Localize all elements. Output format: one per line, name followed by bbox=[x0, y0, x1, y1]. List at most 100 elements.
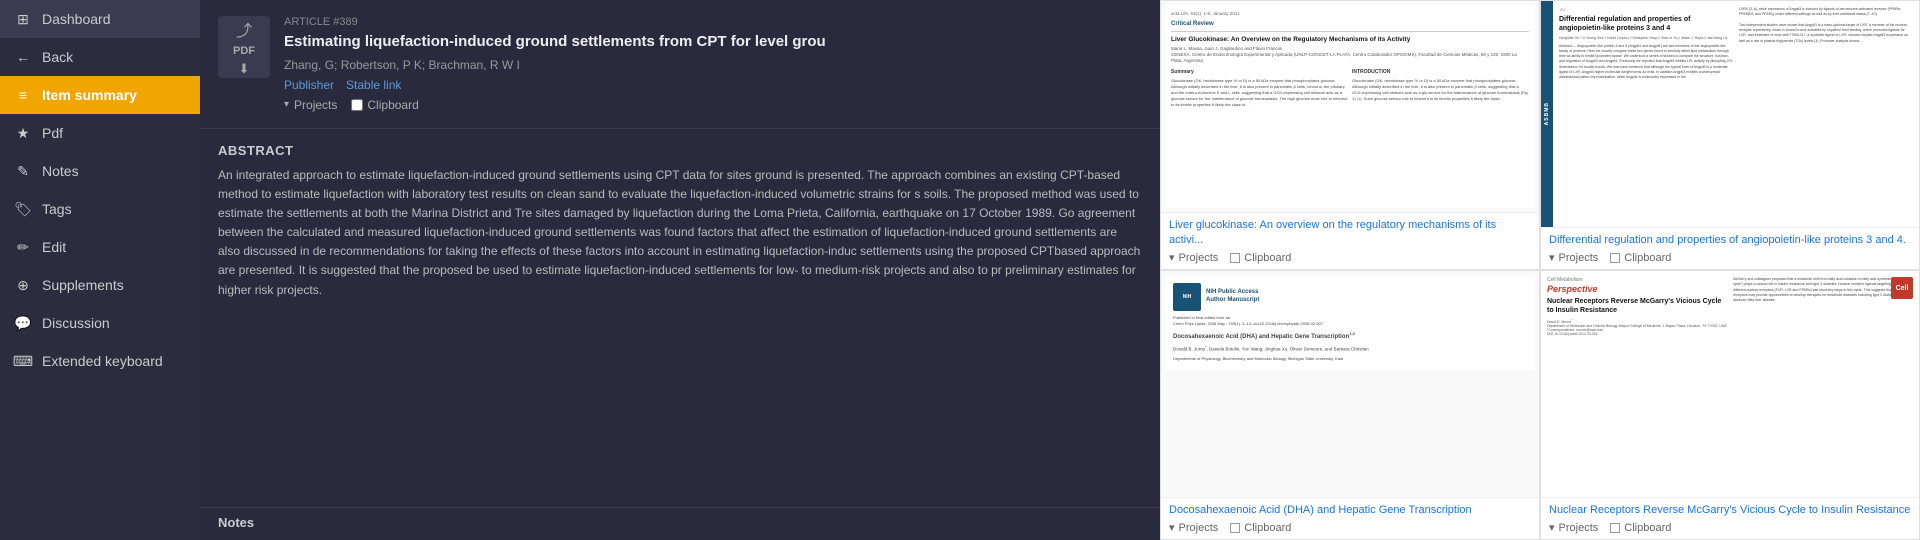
keyboard-icon: ⌨ bbox=[14, 352, 32, 370]
publisher-link[interactable]: Publisher bbox=[284, 78, 334, 92]
sidebar-label-supplements: Supplements bbox=[42, 277, 124, 293]
related-card-actions-1: ▾ Projects Clipboard bbox=[1169, 251, 1531, 264]
clipboard-label-3[interactable]: Clipboard bbox=[1230, 522, 1291, 534]
chevron-icon-4: ▾ bbox=[1549, 521, 1555, 534]
supplements-icon: ⊕ bbox=[14, 276, 32, 294]
projects-label-4: Projects bbox=[1559, 522, 1599, 534]
sidebar-item-pdf[interactable]: ★ Pdf bbox=[0, 114, 200, 152]
related-card-footer-2: Differential regulation and properties o… bbox=[1541, 227, 1919, 269]
nih-logo: NIH bbox=[1173, 283, 1201, 311]
back-icon: ← bbox=[14, 48, 32, 66]
notes-label: Notes bbox=[218, 515, 254, 530]
clipboard-label-4[interactable]: Clipboard bbox=[1610, 522, 1671, 534]
sidebar-label-edit: Edit bbox=[42, 239, 66, 255]
clipboard-text-2: Clipboard bbox=[1624, 252, 1671, 264]
sidebar-label-tags: Tags bbox=[42, 201, 72, 217]
notes-section: Notes bbox=[200, 507, 1160, 540]
sidebar-label-dashboard: Dashboard bbox=[42, 11, 111, 27]
sidebar-item-tags[interactable]: 🏷 Tags bbox=[0, 190, 200, 228]
projects-dropdown-3[interactable]: ▾ Projects bbox=[1169, 521, 1218, 534]
related-card-footer-3: Docosahexaenoic Acid (DHA) and Hepatic G… bbox=[1161, 497, 1539, 539]
related-card-nuclear-receptors: Cell Cell Metabolism Perspective Nuclear… bbox=[1540, 270, 1920, 540]
projects-dropdown-2[interactable]: ▾ Projects bbox=[1549, 251, 1598, 264]
chevron-icon-1: ▾ bbox=[1169, 251, 1175, 264]
article-links: Publisher Stable link bbox=[284, 78, 1142, 92]
pdf-label: PDF bbox=[233, 45, 255, 57]
checkbox-icon-1 bbox=[1230, 253, 1240, 263]
checkbox-icon-3 bbox=[1230, 523, 1240, 533]
clipboard-label: Clipboard bbox=[367, 98, 418, 112]
sidebar-label-notes: Notes bbox=[42, 163, 79, 179]
related-card-actions-4: ▾ Projects Clipboard bbox=[1549, 521, 1911, 534]
main-content: ⤴ PDF ⬇ ARTICLE #389 Estimating liquefac… bbox=[200, 0, 1160, 540]
article-actions: ▾ Projects Clipboard bbox=[284, 98, 1142, 112]
abstract-area: ABSTRACT An integrated approach to estim… bbox=[200, 129, 1160, 508]
related-card-title-4[interactable]: Nuclear Receptors Reverse McGarry's Vici… bbox=[1549, 503, 1911, 517]
related-card-footer-4: Nuclear Receptors Reverse McGarry's Vici… bbox=[1541, 497, 1919, 539]
pdf-icon: ★ bbox=[14, 124, 32, 142]
sidebar-label-pdf: Pdf bbox=[42, 125, 63, 141]
related-card-dha: NIH NIH Public AccessAuthor Manuscript P… bbox=[1160, 270, 1540, 540]
projects-label-2: Projects bbox=[1559, 252, 1599, 264]
clipboard-text-3: Clipboard bbox=[1244, 522, 1291, 534]
clipboard-label-2[interactable]: Clipboard bbox=[1610, 252, 1671, 264]
sidebar: ⊞ Dashboard ← Back ≡ Item summary ★ Pdf … bbox=[0, 0, 200, 540]
chevron-icon-2: ▾ bbox=[1549, 251, 1555, 264]
sidebar-item-supplements[interactable]: ⊕ Supplements bbox=[0, 266, 200, 304]
nih-access-label: NIH Public AccessAuthor Manuscript bbox=[1206, 289, 1259, 305]
sidebar-item-item-summary[interactable]: ≡ Item summary bbox=[0, 76, 200, 114]
clipboard-checkbox-label[interactable]: Clipboard bbox=[351, 98, 418, 112]
sidebar-item-discussion[interactable]: 💬 Discussion bbox=[0, 304, 200, 342]
related-card-liver-glucokinase: acta Life, 63(1): 1-8, January 2011 Crit… bbox=[1160, 0, 1540, 270]
projects-label: Projects bbox=[294, 98, 337, 112]
related-card-image-1: acta Life, 63(1): 1-8, January 2011 Crit… bbox=[1161, 1, 1539, 212]
list-icon: ≡ bbox=[14, 86, 32, 104]
pdf-icon-box[interactable]: ⤴ PDF ⬇ bbox=[218, 16, 270, 78]
dashboard-icon: ⊞ bbox=[14, 10, 32, 28]
clipboard-text-1: Clipboard bbox=[1244, 252, 1291, 264]
checkbox-icon-2 bbox=[1610, 253, 1620, 263]
external-link-icon: ⤴ bbox=[236, 17, 252, 41]
sidebar-label-item-summary: Item summary bbox=[42, 87, 137, 103]
clipboard-text-4: Clipboard bbox=[1624, 522, 1671, 534]
sidebar-item-back[interactable]: ← Back bbox=[0, 38, 200, 76]
projects-dropdown-1[interactable]: ▾ Projects bbox=[1169, 251, 1218, 264]
cell-badge: Cell bbox=[1891, 277, 1913, 299]
related-card-title-2[interactable]: Differential regulation and properties o… bbox=[1549, 233, 1911, 247]
edit-icon: ✏ bbox=[14, 238, 32, 256]
related-card-angiopoietin: ASBMB JBC Differential regulation and pr… bbox=[1540, 0, 1920, 270]
related-card-image-4: Cell Cell Metabolism Perspective Nuclear… bbox=[1541, 271, 1919, 497]
related-card-footer-1: Liver glucokinase: An overview on the re… bbox=[1161, 212, 1539, 269]
sidebar-label-back: Back bbox=[42, 49, 73, 65]
article-id: ARTICLE #389 bbox=[284, 16, 1142, 28]
notes-icon: ✎ bbox=[14, 162, 32, 180]
projects-label-1: Projects bbox=[1179, 252, 1219, 264]
related-card-title-3[interactable]: Docosahexaenoic Acid (DHA) and Hepatic G… bbox=[1169, 503, 1531, 517]
article-authors: Zhang, G; Robertson, P K; Brachman, R W … bbox=[284, 58, 1142, 72]
asbmb-label: ASBMB bbox=[1544, 102, 1550, 125]
clipboard-label-1[interactable]: Clipboard bbox=[1230, 252, 1291, 264]
sidebar-item-dashboard[interactable]: ⊞ Dashboard bbox=[0, 0, 200, 38]
projects-label-3: Projects bbox=[1179, 522, 1219, 534]
article-info: ARTICLE #389 Estimating liquefaction-ind… bbox=[284, 16, 1142, 112]
sidebar-item-edit[interactable]: ✏ Edit bbox=[0, 228, 200, 266]
related-card-title-1[interactable]: Liver glucokinase: An overview on the re… bbox=[1169, 218, 1531, 247]
sidebar-label-discussion: Discussion bbox=[42, 315, 110, 331]
sidebar-item-notes[interactable]: ✎ Notes bbox=[0, 152, 200, 190]
projects-dropdown-4[interactable]: ▾ Projects bbox=[1549, 521, 1598, 534]
related-card-actions-3: ▾ Projects Clipboard bbox=[1169, 521, 1531, 534]
discussion-icon: 💬 bbox=[14, 314, 32, 332]
clipboard-checkbox[interactable] bbox=[351, 99, 363, 111]
related-card-image-3: NIH NIH Public AccessAuthor Manuscript P… bbox=[1161, 271, 1539, 497]
tag-icon: 🏷 bbox=[14, 200, 32, 218]
related-card-actions-2: ▾ Projects Clipboard bbox=[1549, 251, 1911, 264]
stable-link[interactable]: Stable link bbox=[346, 78, 401, 92]
projects-dropdown[interactable]: ▾ Projects bbox=[284, 98, 337, 112]
chevron-down-icon: ▾ bbox=[284, 99, 289, 110]
abstract-heading: ABSTRACT bbox=[218, 143, 1142, 158]
download-icon: ⬇ bbox=[239, 61, 250, 77]
related-articles-panel: acta Life, 63(1): 1-8, January 2011 Crit… bbox=[1160, 0, 1920, 540]
sidebar-item-extended-keyboard[interactable]: ⌨ Extended keyboard bbox=[0, 342, 200, 380]
checkbox-icon-4 bbox=[1610, 523, 1620, 533]
article-header: ⤴ PDF ⬇ ARTICLE #389 Estimating liquefac… bbox=[200, 0, 1160, 129]
